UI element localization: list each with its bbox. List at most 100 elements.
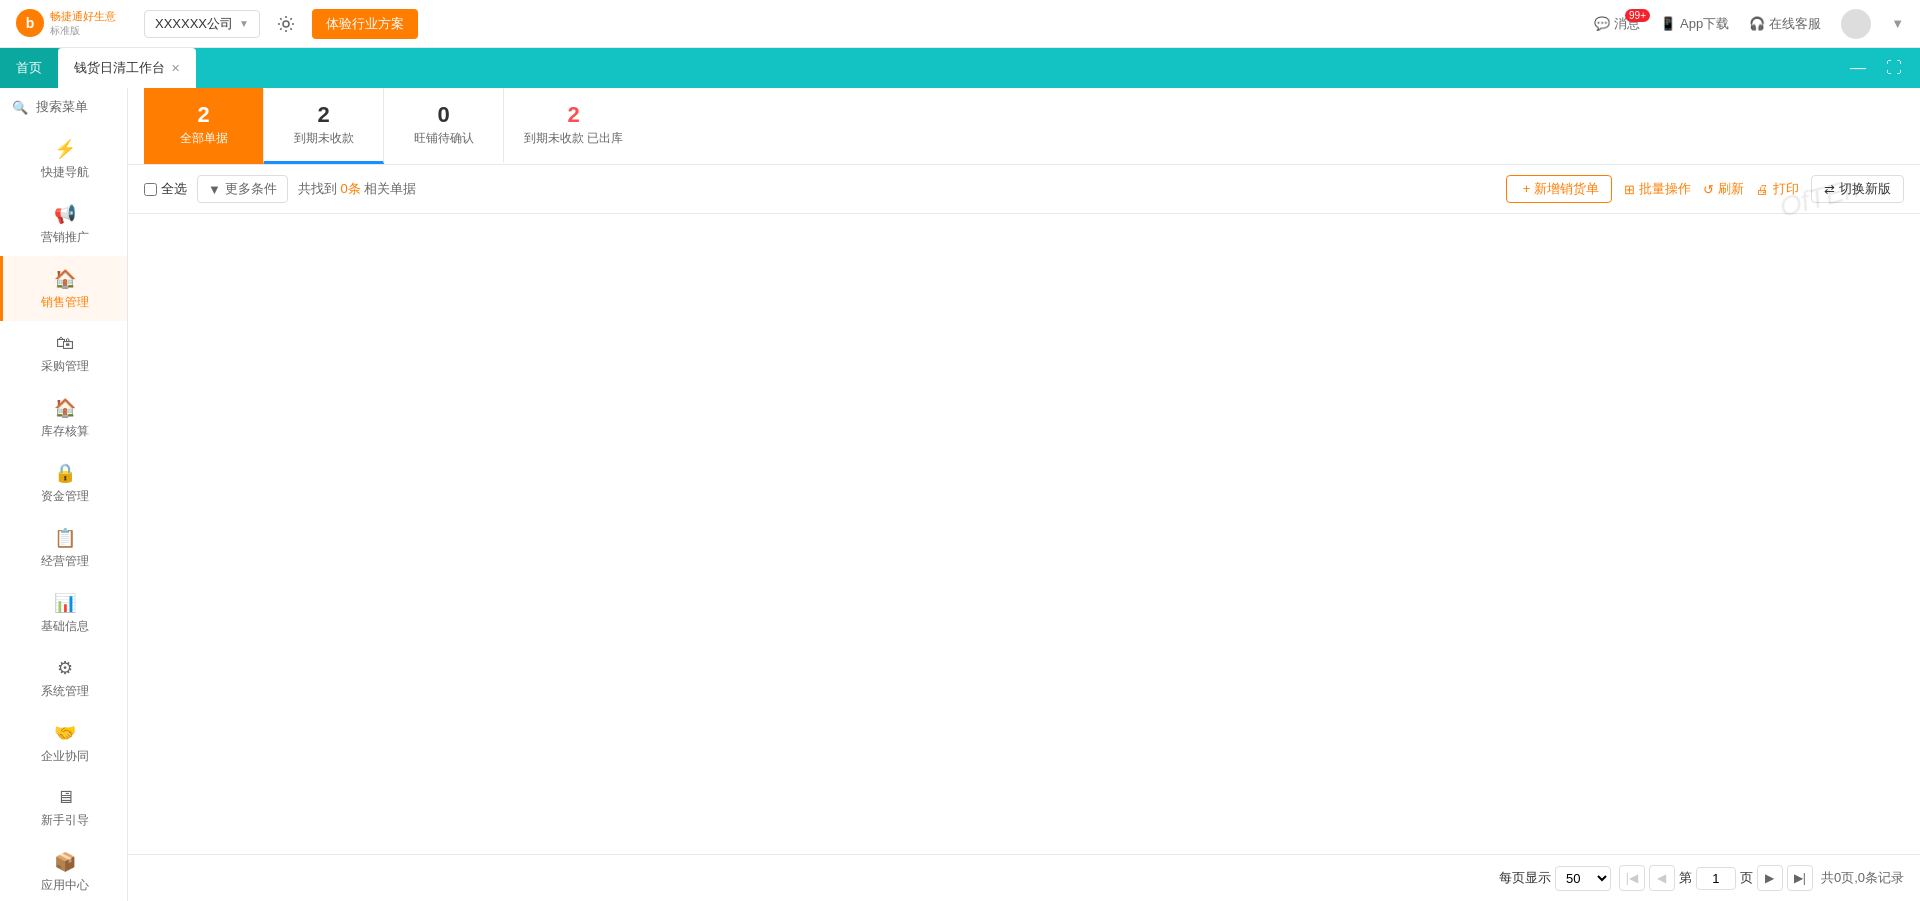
- select-all-checkbox[interactable]: 全选: [144, 180, 187, 198]
- logo-icon: b: [16, 9, 44, 37]
- sidebar-item-label: 经营管理: [41, 553, 89, 570]
- page-label: 第: [1679, 869, 1692, 887]
- message-badge: 99+: [1625, 9, 1650, 22]
- sales-icon: 🏠: [54, 268, 76, 290]
- nav-actions-right: — ⛶: [1844, 54, 1920, 82]
- sidebar-item-guide[interactable]: 🖥 新手引导: [0, 775, 127, 839]
- status-card-all[interactable]: 2 全部单据: [144, 88, 264, 164]
- purchase-icon: 🛍: [56, 333, 74, 354]
- switch-version-btn[interactable]: ⇄ 切换新版: [1811, 175, 1904, 203]
- status-card-overdue[interactable]: 2 到期未收款: [264, 88, 384, 164]
- status-count-overdue: 2: [284, 102, 363, 128]
- svg-point-0: [283, 21, 289, 27]
- next-page-btn[interactable]: ▶: [1757, 865, 1783, 891]
- sidebar-item-capital[interactable]: 🔒 资金管理: [0, 450, 127, 515]
- sidebar-item-label: 快捷导航: [41, 164, 89, 181]
- top-header: b 畅捷通好生意 标准版 XXXXXX公司 ▼ 体验行业方案 💬 消息 99+ …: [0, 0, 1920, 48]
- status-label-overdue-out: 到期未收款 已出库: [524, 130, 623, 147]
- sidebar-item-purchase[interactable]: 🛍 采购管理: [0, 321, 127, 385]
- message-btn[interactable]: 💬 消息 99+: [1594, 15, 1640, 33]
- sidebar: 🔍 搜索菜单 ⚡ 快捷导航 📢 营销推广 🏠 销售管理 🛍 采购管理 🏠 库存核…: [0, 88, 128, 901]
- status-card-overdue-out[interactable]: 2 到期未收款 已出库: [504, 88, 643, 164]
- page-input[interactable]: [1696, 867, 1736, 890]
- per-page-label: 每页显示: [1499, 869, 1551, 887]
- operations-icon: 📋: [54, 527, 76, 549]
- prev-page-btn[interactable]: ◀: [1649, 865, 1675, 891]
- filter-button[interactable]: ▼ 更多条件: [197, 175, 288, 203]
- search-menu-btn[interactable]: 🔍 搜索菜单: [0, 88, 127, 126]
- status-card-pending[interactable]: 0 旺铺待确认: [384, 88, 504, 164]
- sidebar-item-sales[interactable]: 🏠 销售管理: [0, 256, 127, 321]
- sidebar-item-label: 新手引导: [41, 812, 89, 829]
- message-icon: 💬: [1594, 16, 1610, 31]
- print-icon: 🖨: [1756, 182, 1769, 197]
- page-end: 页: [1740, 869, 1753, 887]
- select-all-label: 全选: [161, 180, 187, 198]
- filter-label: 更多条件: [225, 180, 277, 198]
- switch-icon: ⇄: [1824, 182, 1835, 197]
- maximize-button[interactable]: ⛶: [1880, 54, 1908, 82]
- chevron-down-icon: ▼: [239, 18, 249, 29]
- table-area: [128, 214, 1920, 854]
- sidebar-item-cooperation[interactable]: 🤝 企业协同: [0, 710, 127, 775]
- pagination-bar: 每页显示 10 20 50 100 |◀ ◀ 第 页 ▶ ▶| 共0页,0条记录: [128, 854, 1920, 901]
- found-text: 共找到 0条 相关单据: [298, 180, 416, 198]
- settings-button[interactable]: [272, 10, 300, 38]
- filter-icon: ▼: [208, 182, 221, 197]
- sidebar-item-label: 库存核算: [41, 423, 89, 440]
- add-btn-label: + 新增销货单: [1523, 180, 1599, 198]
- status-label-overdue: 到期未收款: [284, 130, 363, 147]
- nav-tabs: 首页 钱货日清工作台 ✕ — ⛶: [0, 48, 1920, 88]
- first-page-btn[interactable]: |◀: [1619, 865, 1645, 891]
- trial-button[interactable]: 体验行业方案: [312, 9, 418, 39]
- tab-home[interactable]: 首页: [0, 48, 58, 88]
- print-btn[interactable]: 🖨 打印: [1756, 180, 1799, 198]
- sidebar-item-label: 资金管理: [41, 488, 89, 505]
- batch-label: 批量操作: [1639, 180, 1691, 198]
- status-cards: 2 全部单据 2 到期未收款 0 旺铺待确认 2 到期未收款 已出库: [128, 88, 1920, 165]
- company-selector[interactable]: XXXXXX公司 ▼: [144, 10, 260, 38]
- marketing-icon: 📢: [54, 203, 76, 225]
- sidebar-item-label: 应用中心: [41, 877, 89, 894]
- toolbar-left: 全选 ▼ 更多条件 共找到 0条 相关单据: [144, 175, 416, 203]
- refresh-label: 刷新: [1718, 180, 1744, 198]
- status-count-overdue-out: 2: [524, 102, 623, 128]
- search-icon: 🔍: [12, 100, 28, 115]
- sidebar-item-operations[interactable]: 📋 经营管理: [0, 515, 127, 580]
- select-all-input[interactable]: [144, 183, 157, 196]
- close-icon[interactable]: ✕: [171, 62, 180, 75]
- app-download-btn[interactable]: 📱 App下载: [1660, 15, 1729, 33]
- app-center-icon: 📦: [54, 851, 76, 873]
- content-area: 2 全部单据 2 到期未收款 0 旺铺待确认 2 到期未收款 已出库 全选: [128, 88, 1920, 901]
- sidebar-item-inventory[interactable]: 🏠 库存核算: [0, 385, 127, 450]
- tab-qianhuoricqing[interactable]: 钱货日清工作台 ✕: [58, 48, 196, 88]
- per-page-select[interactable]: 10 20 50 100: [1555, 866, 1611, 891]
- sidebar-item-base-info[interactable]: 📊 基础信息: [0, 580, 127, 645]
- add-sales-order-button[interactable]: + 新增销货单: [1506, 175, 1612, 203]
- refresh-btn[interactable]: ↺ 刷新: [1703, 180, 1744, 198]
- sidebar-item-marketing[interactable]: 📢 营销推广: [0, 191, 127, 256]
- search-menu-label: 搜索菜单: [36, 98, 88, 116]
- chevron-down-icon: ▼: [1891, 16, 1904, 31]
- toolbar-right: + 新增销货单 ⊞ 批量操作 ↺ 刷新 🖨 打印 ⇄ 切换新版: [1506, 175, 1904, 203]
- guide-icon: 🖥: [56, 787, 74, 808]
- avatar[interactable]: [1841, 9, 1871, 39]
- header-right: 💬 消息 99+ 📱 App下载 🎧 在线客服 ▼: [1594, 9, 1904, 39]
- sidebar-item-label: 基础信息: [41, 618, 89, 635]
- user-dropdown[interactable]: ▼: [1891, 16, 1904, 31]
- base-info-icon: 📊: [54, 592, 76, 614]
- online-service-btn[interactable]: 🎧 在线客服: [1749, 15, 1821, 33]
- status-count-all: 2: [164, 102, 243, 128]
- print-label: 打印: [1773, 180, 1799, 198]
- logo-area: b 畅捷通好生意 标准版: [16, 9, 144, 37]
- refresh-icon: ↺: [1703, 182, 1714, 197]
- company-name: XXXXXX公司: [155, 15, 233, 33]
- batch-operation-btn[interactable]: ⊞ 批量操作: [1624, 180, 1691, 198]
- minimize-button[interactable]: —: [1844, 54, 1872, 82]
- last-page-btn[interactable]: ▶|: [1787, 865, 1813, 891]
- logo-name: 畅捷通好生意: [50, 9, 116, 23]
- sidebar-item-app-center[interactable]: 📦 应用中心: [0, 839, 127, 901]
- sidebar-item-system[interactable]: ⚙ 系统管理: [0, 645, 127, 710]
- sidebar-item-quick-nav[interactable]: ⚡ 快捷导航: [0, 126, 127, 191]
- sidebar-item-label: 企业协同: [41, 748, 89, 765]
